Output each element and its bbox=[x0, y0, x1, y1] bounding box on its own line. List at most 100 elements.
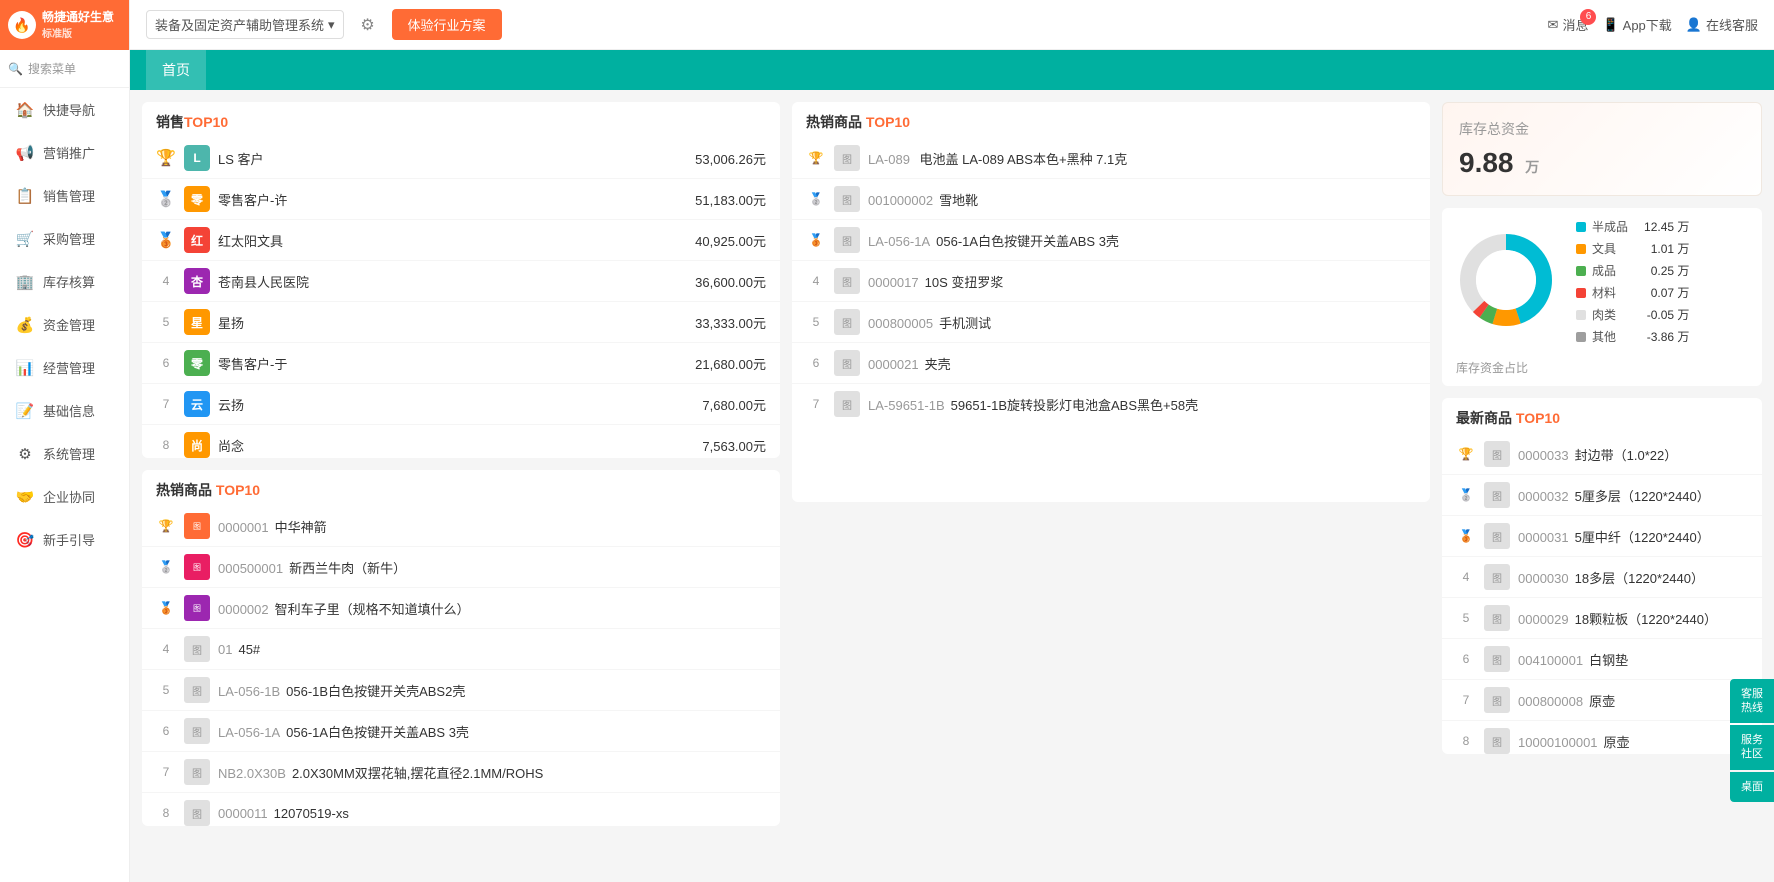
sidebar-item-system[interactable]: ⚙ 系统管理 bbox=[0, 432, 129, 475]
legend-dot bbox=[1576, 332, 1586, 342]
legend-dot bbox=[1576, 310, 1586, 320]
float-hotline-button[interactable]: 客服热线 bbox=[1730, 679, 1774, 724]
rank: 🥉 bbox=[156, 231, 176, 249]
list-item: 6 图 004100001白钢垫 bbox=[1442, 639, 1762, 680]
inventory-title: 库存总资金 bbox=[1459, 119, 1745, 139]
sidebar-search[interactable]: 🔍 搜索菜单 bbox=[0, 50, 129, 88]
avatar: 红 bbox=[184, 227, 210, 253]
sidebar-item-label: 资金管理 bbox=[43, 315, 95, 334]
newest-products-list: 🏆 图 0000033封边带（1.0*22） 🥈 图 00000325厘多层（1… bbox=[1442, 434, 1762, 754]
product-info: 004100001白钢垫 bbox=[1518, 650, 1748, 669]
list-item: 7 图 000800008原壶 bbox=[1442, 680, 1762, 721]
customer-name: 星扬 bbox=[218, 313, 687, 332]
customer-name: 云扬 bbox=[218, 395, 694, 414]
legend-dot bbox=[1576, 244, 1586, 254]
home-icon: 🏠 bbox=[15, 101, 35, 119]
main-content: 装备及固定资产辅助管理系统 ▾ ⚙ 体验行业方案 ✉ 消息 6 📱 App下载 … bbox=[130, 0, 1774, 882]
sidebar-item-label: 营销推广 bbox=[43, 143, 95, 162]
rank: 7 bbox=[1456, 693, 1476, 707]
rank: 4 bbox=[806, 274, 826, 288]
float-desktop-button[interactable]: 桌面 bbox=[1730, 772, 1774, 802]
products-hot-list: 🏆 图 LA-089 电池盖 LA-089 ABS本色+黑种 7.1克 🥈 图 … bbox=[792, 138, 1430, 424]
product-info: 10000100001原壶 bbox=[1518, 732, 1748, 751]
list-item: 🥉 红 红太阳文具 40,925.00元 bbox=[142, 220, 780, 261]
message-button[interactable]: ✉ 消息 6 bbox=[1548, 15, 1589, 34]
legend-item-0: 半成品 12.45 万 bbox=[1576, 218, 1689, 235]
sidebar-item-finance[interactable]: 💰 资金管理 bbox=[0, 303, 129, 346]
list-item: 7 云 云扬 7,680.00元 bbox=[142, 384, 780, 425]
hot-products-card: 热销商品 TOP10 🏆 图 0000001中华神箭 🥈 图 000500001… bbox=[142, 470, 780, 826]
finance-icon: 💰 bbox=[15, 316, 35, 334]
legend-val: -0.05 万 bbox=[1637, 306, 1690, 323]
header-right: ✉ 消息 6 📱 App下载 👤 在线客服 bbox=[1548, 15, 1758, 34]
rank: 🥉 bbox=[806, 233, 826, 247]
list-item: 🥈 零 零售客户-许 51,183.00元 bbox=[142, 179, 780, 220]
sidebar-item-label: 销售管理 bbox=[43, 186, 95, 205]
inventory-chart-card: 半成品 12.45 万 文具 1.01 万 成品 0 bbox=[1442, 208, 1762, 386]
product-image: 图 bbox=[834, 227, 860, 253]
nav-item-home[interactable]: 首页 bbox=[146, 50, 206, 90]
app-download-button[interactable]: 📱 App下载 bbox=[1602, 15, 1671, 34]
message-icon: ✉ bbox=[1548, 17, 1559, 33]
app-label: App下载 bbox=[1623, 15, 1672, 34]
product-image: 图 bbox=[1484, 646, 1510, 672]
sidebar-item-inventory[interactable]: 🏢 库存核算 bbox=[0, 260, 129, 303]
product-image: 图 bbox=[184, 718, 210, 744]
system-name: 装备及固定资产辅助管理系统 bbox=[155, 15, 324, 34]
rank: 5 bbox=[806, 315, 826, 329]
product-image: 图 bbox=[1484, 605, 1510, 631]
legend-val: 12.45 万 bbox=[1634, 218, 1689, 235]
product-info: 000800008原壶 bbox=[1518, 691, 1748, 710]
rank: 6 bbox=[156, 356, 176, 370]
sidebar-item-home[interactable]: 🏠 快捷导航 bbox=[0, 88, 129, 131]
basic-icon: 📝 bbox=[15, 402, 35, 420]
list-item: 8 尚 尚念 7,563.00元 bbox=[142, 425, 780, 458]
list-item: 5 图 000002918颗粒板（1220*2440） bbox=[1442, 598, 1762, 639]
product-info: 000800005手机测试 bbox=[868, 313, 1416, 332]
sidebar-item-enterprise[interactable]: 🤝 企业协同 bbox=[0, 475, 129, 518]
service-button[interactable]: 👤 在线客服 bbox=[1686, 15, 1758, 34]
customer-value: 7,680.00元 bbox=[702, 395, 766, 414]
sidebar-item-purchase[interactable]: 🛒 采购管理 bbox=[0, 217, 129, 260]
list-item: 🏆 图 LA-089 电池盖 LA-089 ABS本色+黑种 7.1克 bbox=[792, 138, 1430, 179]
dropdown-arrow-icon: ▾ bbox=[328, 17, 335, 33]
sidebar-item-basic[interactable]: 📝 基础信息 bbox=[0, 389, 129, 432]
legend-dot bbox=[1576, 288, 1586, 298]
avatar: 零 bbox=[184, 350, 210, 376]
settings-icon[interactable]: ⚙ bbox=[354, 11, 382, 39]
list-item: 5 图 LA-056-1B056-1B白色按键开关壳ABS2壳 bbox=[142, 670, 780, 711]
product-info: 0000033封边带（1.0*22） bbox=[1518, 445, 1748, 464]
system-selector[interactable]: 装备及固定资产辅助管理系统 ▾ bbox=[146, 10, 344, 39]
product-image: 图 bbox=[184, 513, 210, 539]
rank: 🥈 bbox=[156, 560, 176, 574]
sidebar-item-sales[interactable]: 📋 销售管理 bbox=[0, 174, 129, 217]
list-item: 7 图 LA-59651-1B59651-1B旋转投影灯电池盒ABS黑色+58壳 bbox=[792, 384, 1430, 424]
legend-item-5: 其他 -3.86 万 bbox=[1576, 328, 1689, 345]
float-community-button[interactable]: 服务社区 bbox=[1730, 725, 1774, 770]
list-item: 🏆 L LS 客户 53,006.26元 bbox=[142, 138, 780, 179]
rank: 8 bbox=[156, 806, 176, 820]
hot-products-title: 热销商品 TOP10 bbox=[142, 470, 780, 506]
rank: 🏆 bbox=[156, 519, 176, 533]
legend-name: 半成品 bbox=[1592, 218, 1628, 235]
purchase-icon: 🛒 bbox=[15, 230, 35, 248]
product-image: 图 bbox=[184, 554, 210, 580]
page-body: 销售TOP10 🏆 L LS 客户 53,006.26元 🥈 零 bbox=[130, 90, 1774, 882]
customer-value: 36,600.00元 bbox=[695, 272, 766, 291]
list-item: 4 图 000001710S 变扭罗浆 bbox=[792, 261, 1430, 302]
product-info: 000001710S 变扭罗浆 bbox=[868, 272, 1416, 291]
left-column: 销售TOP10 🏆 L LS 客户 53,006.26元 🥈 零 bbox=[142, 102, 780, 870]
customer-name: 尚念 bbox=[218, 436, 694, 455]
sidebar-item-operations[interactable]: 📊 经营管理 bbox=[0, 346, 129, 389]
list-item: 6 图 0000021夹壳 bbox=[792, 343, 1430, 384]
trial-button[interactable]: 体验行业方案 bbox=[392, 9, 502, 40]
sidebar-item-marketing[interactable]: 📢 营销推广 bbox=[0, 131, 129, 174]
legend-dot bbox=[1576, 222, 1586, 232]
sidebar-item-guide[interactable]: 🎯 新手引导 bbox=[0, 518, 129, 561]
legend-item-1: 文具 1.01 万 bbox=[1576, 240, 1689, 257]
avatar: 零 bbox=[184, 186, 210, 212]
list-item: 🥈 图 000500001新西兰牛肉（新牛） bbox=[142, 547, 780, 588]
customer-value: 53,006.26元 bbox=[695, 149, 766, 168]
product-image: 图 bbox=[1484, 441, 1510, 467]
product-info: 0000021夹壳 bbox=[868, 354, 1416, 373]
